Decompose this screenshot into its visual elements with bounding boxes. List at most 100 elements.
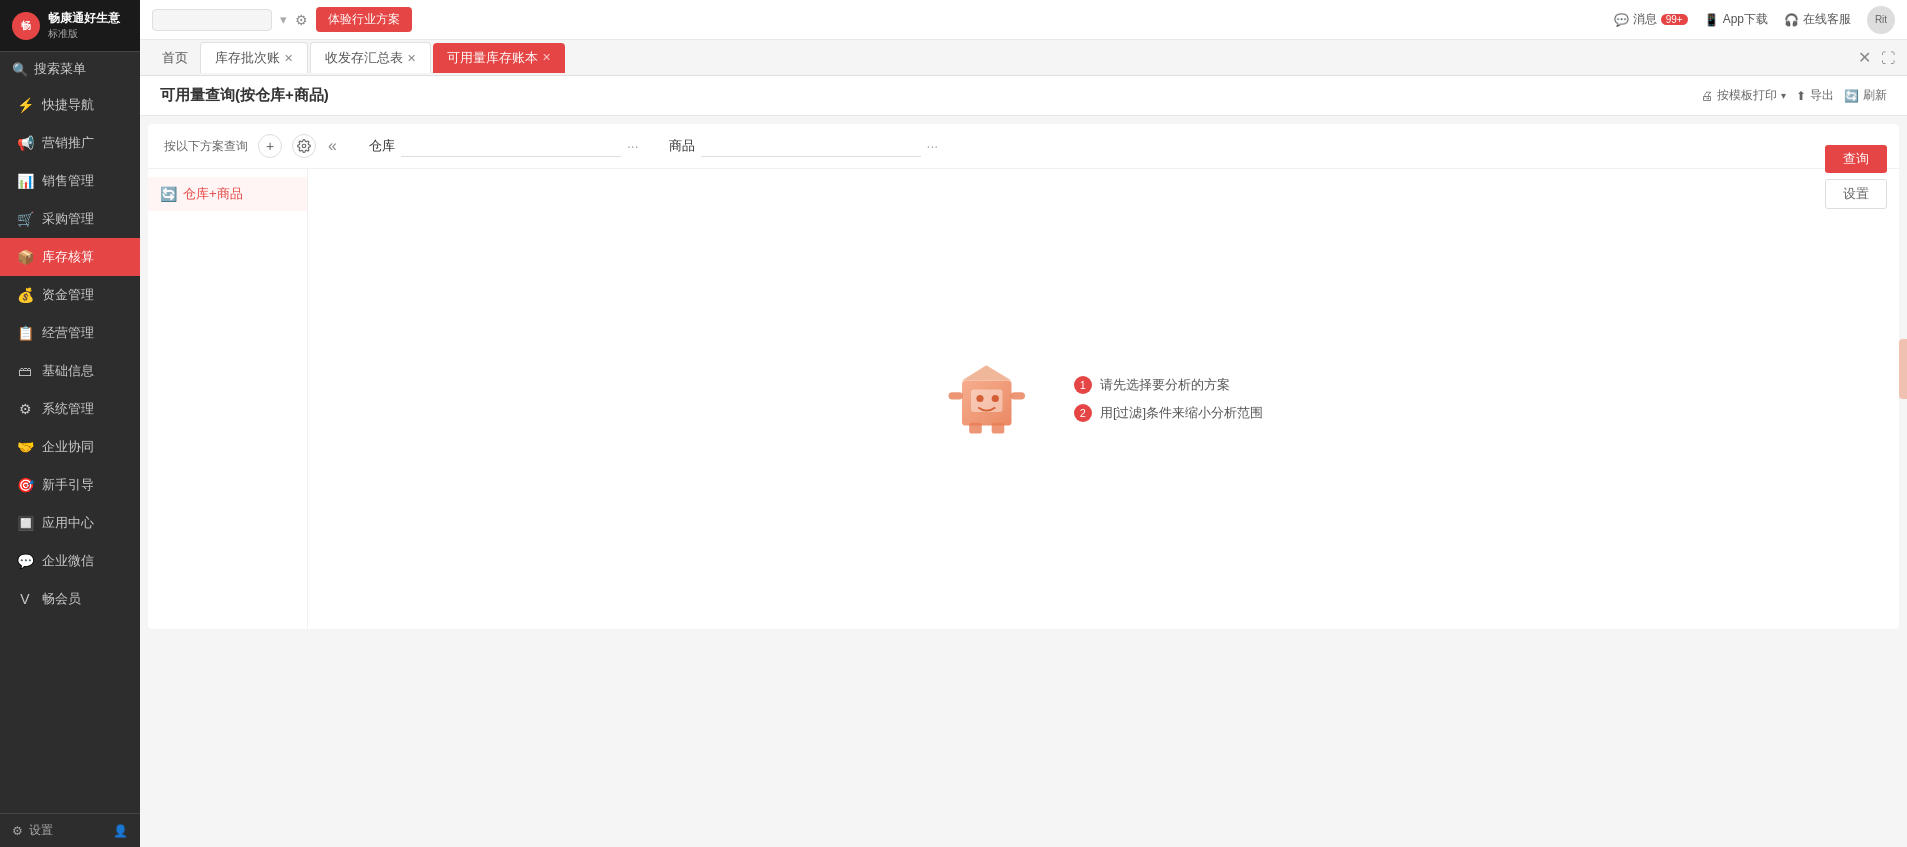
sidebar-item-quick-nav[interactable]: ⚡快捷导航 — [0, 86, 140, 124]
tab-label-deposit-summary: 收发存汇总表 — [325, 49, 403, 67]
nav-label-inventory: 库存核算 — [42, 248, 94, 266]
brand-name: 畅康通好生意 — [48, 10, 120, 27]
nav-icon-inventory: 📦 — [16, 249, 34, 265]
refresh-icon: 🔄 — [1844, 89, 1859, 103]
filter-label: 按以下方案查询 — [164, 138, 248, 155]
sidebar-item-basics[interactable]: 🗃基础信息 — [0, 352, 140, 390]
sidebar-item-wechat[interactable]: 💬企业微信 — [0, 542, 140, 580]
sidebar-item-purchase[interactable]: 🛒采购管理 — [0, 200, 140, 238]
tab-close-available-ledger[interactable]: ✕ — [542, 51, 551, 64]
nav-label-purchase: 采购管理 — [42, 210, 94, 228]
topbar-gear-icon[interactable]: ⚙ — [295, 12, 308, 28]
scheme-icon: 🔄 — [160, 186, 177, 202]
export-btn[interactable]: ⬆ 导出 — [1796, 87, 1834, 104]
settings-button[interactable]: 设置 — [1825, 179, 1887, 209]
warehouse-input[interactable] — [401, 135, 621, 157]
page-header: 可用量查询(按仓库+商品) 🖨 按模板打印 ▾ ⬆ 导出 🔄 刷新 — [140, 76, 1907, 116]
nav-label-marketing: 营销推广 — [42, 134, 94, 152]
nav-icon-marketing: 📢 — [16, 135, 34, 151]
config-btn[interactable] — [292, 134, 316, 158]
warehouse-more-btn[interactable]: ··· — [627, 138, 639, 154]
warehouse-filter: 仓库 ··· — [369, 135, 639, 157]
sidebar-item-onboarding[interactable]: 🎯新手引导 — [0, 466, 140, 504]
sidebar-item-sales[interactable]: 📊销售管理 — [0, 162, 140, 200]
sidebar-item-enterprise[interactable]: 🤝企业协同 — [0, 428, 140, 466]
nav-icon-basics: 🗃 — [16, 363, 34, 379]
svg-point-0 — [302, 144, 306, 148]
sidebar-item-system[interactable]: ⚙ 系统管理 — [0, 390, 140, 428]
tabs-right: ✕ ⛶ — [1852, 46, 1895, 69]
sidebar-search[interactable]: 🔍 搜索菜单 — [0, 52, 140, 86]
empty-tip-1: 1 请先选择要分析的方案 — [1074, 376, 1263, 394]
print-template-btn[interactable]: 🖨 按模板打印 ▾ — [1701, 87, 1786, 104]
empty-tips: 1 请先选择要分析的方案 2 用[过滤]条件来缩小分析范围 — [1074, 376, 1263, 422]
add-scheme-btn[interactable]: + — [258, 134, 282, 158]
svg-rect-8 — [969, 423, 982, 434]
topbar-search-input[interactable] — [152, 9, 272, 31]
sidebar-item-operations[interactable]: 📋经营管理 — [0, 314, 140, 352]
sidebar-item-inventory[interactable]: 📦 库存核算 — [0, 238, 140, 276]
sidebar-nav: ⚡快捷导航 📢 营销推广 📊销售管理🛒采购管理 📦 库存核算 💰资金管理📋经营管理🗃基础信息… — [0, 86, 140, 813]
refresh-btn[interactable]: 🔄 刷新 — [1844, 87, 1887, 104]
topbar: ▾ ⚙ 体验行业方案 💬 消息 99+ 📱 App下载 🎧 在线客服 Rit — [140, 0, 1907, 40]
tab-close-batch-ledger[interactable]: ✕ — [284, 52, 293, 65]
nav-label-finance: 资金管理 — [42, 286, 94, 304]
sidebar-header: 畅 畅康通好生意 标准版 — [0, 0, 140, 52]
scheme-item-warehouse-goods[interactable]: 🔄 仓库+商品 — [148, 177, 307, 211]
empty-state: 1 请先选择要分析的方案 2 用[过滤]条件来缩小分析范围 — [944, 349, 1263, 449]
collapse-btn[interactable]: « — [326, 135, 339, 157]
online-service-label: 在线客服 — [1803, 11, 1851, 28]
message-item[interactable]: 💬 消息 99+ — [1614, 11, 1688, 28]
message-badge: 99+ — [1661, 14, 1688, 25]
tab-label-available-ledger: 可用量库存账本 — [447, 49, 538, 67]
tab-close-deposit-summary[interactable]: ✕ — [407, 52, 416, 65]
app-download-item[interactable]: 📱 App下载 — [1704, 11, 1768, 28]
phone-icon: 📱 — [1704, 13, 1719, 27]
right-scrollbar[interactable] — [1899, 339, 1907, 399]
goods-filter: 商品 ··· — [669, 135, 939, 157]
sidebar-logo: 畅 — [12, 12, 40, 40]
goods-label: 商品 — [669, 137, 695, 155]
export-icon: ⬆ — [1796, 89, 1806, 103]
page-header-actions: 🖨 按模板打印 ▾ ⬆ 导出 🔄 刷新 — [1701, 87, 1887, 104]
message-label: 消息 — [1633, 11, 1657, 28]
nav-label-sales: 销售管理 — [42, 172, 94, 190]
svg-point-5 — [992, 395, 999, 402]
online-service-item[interactable]: 🎧 在线客服 — [1784, 11, 1851, 28]
dropdown-icon[interactable]: ▾ — [280, 12, 287, 27]
tab-close-all-btn[interactable]: ✕ — [1852, 46, 1877, 69]
tab-available-ledger[interactable]: 可用量库存账本 ✕ — [433, 43, 565, 73]
app-download-label: App下载 — [1723, 11, 1768, 28]
topbar-right: 💬 消息 99+ 📱 App下载 🎧 在线客服 Rit — [1614, 6, 1895, 34]
svg-point-4 — [976, 395, 983, 402]
warehouse-label: 仓库 — [369, 137, 395, 155]
nav-label-quick-nav: 快捷导航 — [42, 96, 94, 114]
nav-label-wechat: 企业微信 — [42, 552, 94, 570]
nav-label-app-center: 应用中心 — [42, 514, 94, 532]
query-button[interactable]: 查询 — [1825, 145, 1887, 173]
trial-btn[interactable]: 体验行业方案 — [316, 7, 412, 32]
search-icon: 🔍 — [12, 62, 28, 77]
filter-bar: 按以下方案查询 + « 仓库 ··· 商品 ··· — [148, 124, 1899, 169]
tab-deposit-summary[interactable]: 收发存汇总表 ✕ — [310, 42, 431, 73]
tab-batch-ledger[interactable]: 库存批次账✕ — [200, 42, 308, 73]
tab-home[interactable]: 首页 — [152, 43, 198, 73]
nav-label-enterprise: 企业协同 — [42, 438, 94, 456]
page-content: 可用量查询(按仓库+商品) 🖨 按模板打印 ▾ ⬆ 导出 🔄 刷新 — [140, 76, 1907, 847]
nav-label-system: 系统管理 — [42, 400, 94, 418]
nav-icon-operations: 📋 — [16, 325, 34, 341]
scheme-item-label: 仓库+商品 — [183, 185, 243, 203]
sidebar-bottom[interactable]: ⚙ 设置 👤 — [0, 813, 140, 847]
goods-input[interactable] — [701, 135, 921, 157]
chevron-down-icon: ▾ — [1781, 90, 1786, 101]
sidebar-item-member[interactable]: V畅会员 — [0, 580, 140, 618]
tab-expand-btn[interactable]: ⛶ — [1881, 50, 1895, 66]
sidebar-item-app-center[interactable]: 🔲应用中心 — [0, 504, 140, 542]
goods-more-btn[interactable]: ··· — [927, 138, 939, 154]
nav-icon-system: ⚙ — [16, 401, 34, 417]
sidebar-item-marketing[interactable]: 📢 营销推广 — [0, 124, 140, 162]
sidebar-search-label: 搜索菜单 — [34, 60, 86, 78]
sidebar-item-finance[interactable]: 💰资金管理 — [0, 276, 140, 314]
action-buttons: 查询 设置 — [1825, 145, 1887, 209]
user-avatar-topbar[interactable]: Rit — [1867, 6, 1895, 34]
